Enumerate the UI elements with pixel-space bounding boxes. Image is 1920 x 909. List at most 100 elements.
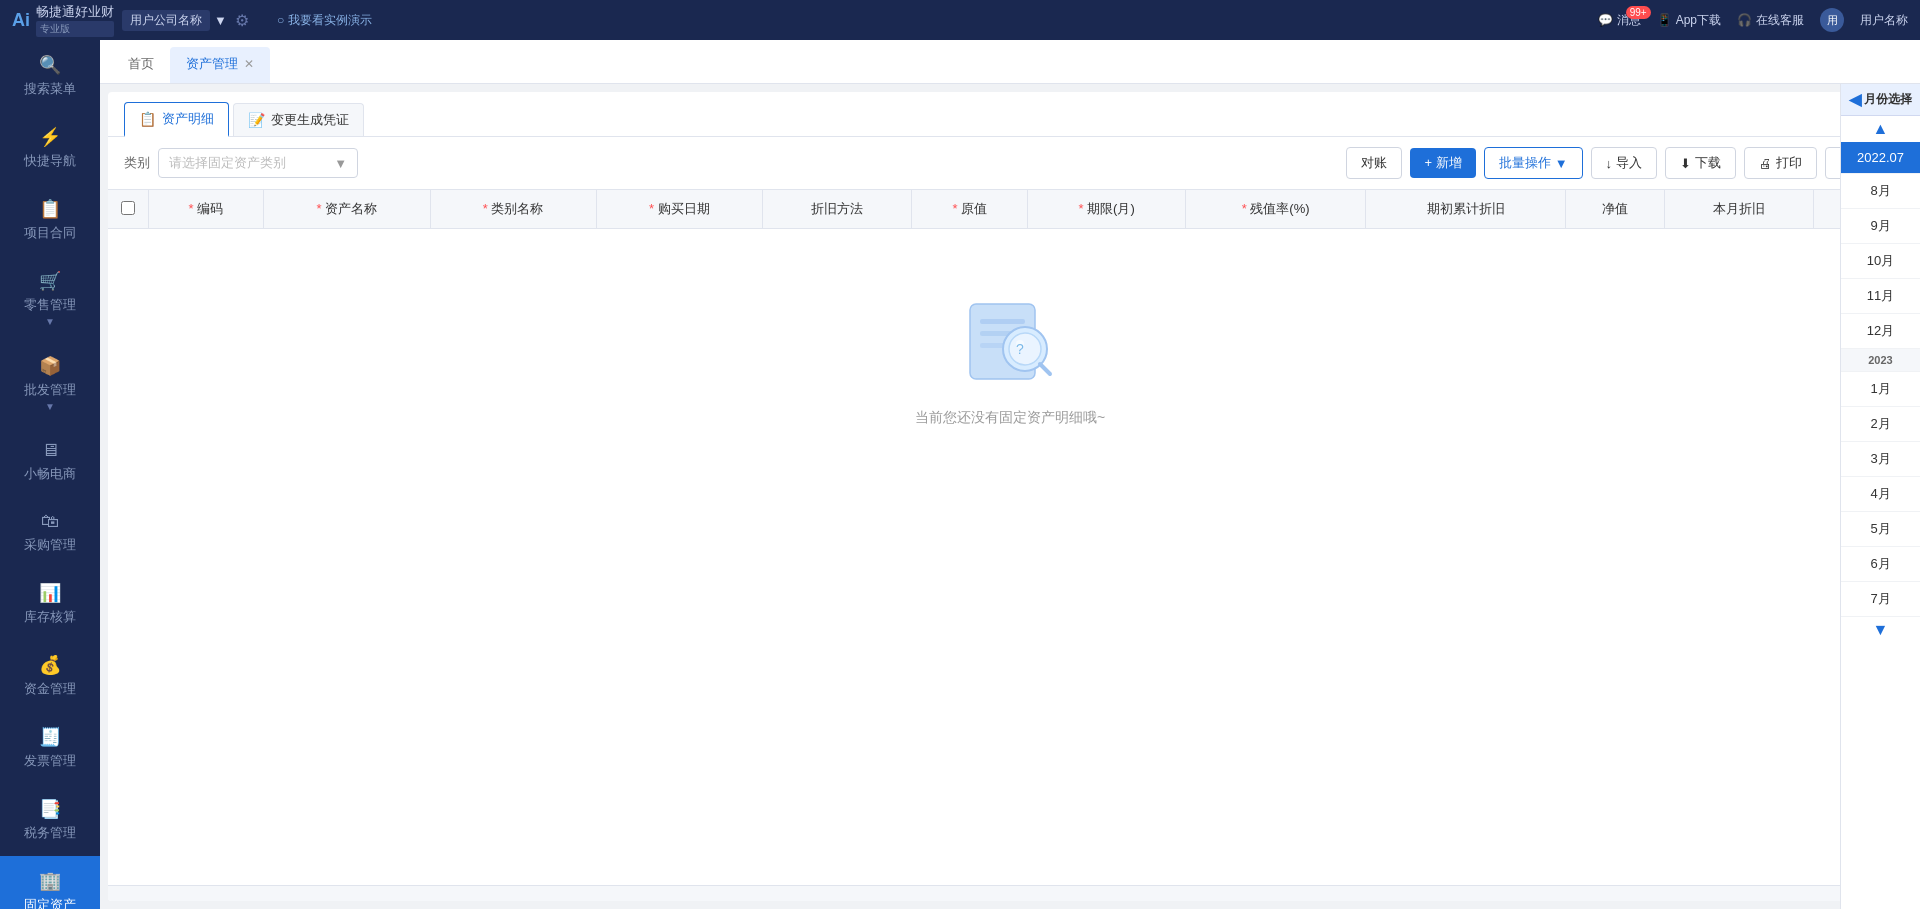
month-item-selected[interactable]: 2022.07 <box>1841 142 1920 174</box>
table-header-row: 编码 资产名称 类别名称 购买日期 折旧方法 原值 期限(月) 残值率(%) 期… <box>108 190 1912 229</box>
company-name: 用户公司名称 <box>122 10 210 31</box>
sub-tab-change-voucher-label: 变更生成凭证 <box>271 111 349 129</box>
month-item-12[interactable]: 12月 <box>1841 314 1920 349</box>
table-wrapper: 编码 资产名称 类别名称 购买日期 折旧方法 原值 期限(月) 残值率(%) 期… <box>108 190 1912 885</box>
add-button[interactable]: + 新增 <box>1410 148 1475 178</box>
tax-icon: 📑 <box>39 798 61 820</box>
reconcile-button[interactable]: 对账 <box>1346 147 1402 179</box>
online-service-action[interactable]: 🎧 在线客服 <box>1737 12 1804 29</box>
invoice-icon: 🧾 <box>39 726 61 748</box>
sidebar-item-ecommerce[interactable]: 🖥 小畅电商 <box>0 426 100 497</box>
month-item-2023-4[interactable]: 4月 <box>1841 477 1920 512</box>
print-label: 打印 <box>1776 154 1802 172</box>
demo-text: 我要看实例演示 <box>288 12 372 29</box>
search-icon: 🔍 <box>39 54 61 76</box>
sidebar-label-inventory: 库存核算 <box>24 608 76 626</box>
asset-detail-tab-icon: 📋 <box>139 111 156 127</box>
tab-asset-mgmt-label: 资产管理 <box>186 55 238 73</box>
svg-text:?: ? <box>1016 341 1024 357</box>
retail-arrow-icon: ▼ <box>45 316 55 327</box>
category-placeholder: 请选择固定资产类别 <box>169 154 286 172</box>
app-download-action[interactable]: 📱 App下载 <box>1657 12 1721 29</box>
sidebar-item-wholesale[interactable]: 📦 批发管理 ▼ <box>0 341 100 426</box>
settings-icon[interactable]: ⚙ <box>235 11 249 30</box>
category-filter-select[interactable]: 请选择固定资产类别 ▼ <box>158 148 358 178</box>
month-picker-down-button[interactable]: ▼ <box>1841 617 1920 643</box>
sub-tabs: 📋 资产明细 📝 变更生成凭证 <box>108 92 1912 137</box>
toolbar: 类别 请选择固定资产类别 ▼ 对账 + 新增 <box>108 137 1912 190</box>
app-download-label: App下载 <box>1676 12 1721 29</box>
print-button[interactable]: 🖨 打印 <box>1744 147 1817 179</box>
reconcile-label: 对账 <box>1361 154 1387 172</box>
month-item-2023-7[interactable]: 7月 <box>1841 582 1920 617</box>
ecommerce-icon: 🖥 <box>41 440 59 461</box>
sub-tab-change-voucher[interactable]: 📝 变更生成凭证 <box>233 103 364 136</box>
top-bar: Ai 畅捷通好业财 专业版 用户公司名称 ▼ ⚙ ○ 我要看实例演示 💬 消息 … <box>0 0 1920 40</box>
sidebar-label-wholesale: 批发管理 <box>24 381 76 399</box>
messages-badge: 99+ <box>1626 6 1651 19</box>
tab-asset-mgmt[interactable]: 资产管理 ✕ <box>170 47 270 83</box>
month-item-9[interactable]: 9月 <box>1841 209 1920 244</box>
month-picker-nav: ▲ 2022.07 8月 9月 10月 11月 12月 2023 1月 2月 <box>1841 116 1920 643</box>
sidebar-item-retail[interactable]: 🛒 零售管理 ▼ <box>0 256 100 341</box>
user-avatar[interactable]: 用 <box>1820 8 1844 32</box>
import-label: 导入 <box>1616 154 1642 172</box>
company-selector[interactable]: 用户公司名称 ▼ <box>122 10 227 31</box>
inventory-icon: 📊 <box>39 582 61 604</box>
svg-point-5 <box>1009 333 1041 365</box>
tab-close-icon[interactable]: ✕ <box>244 57 254 71</box>
th-code: 编码 <box>148 190 264 229</box>
download-button[interactable]: ⬇ 下载 <box>1665 147 1736 179</box>
toolbar-actions: 对账 + 新增 批量操作 ▼ ↓ 导入 <box>1346 147 1896 179</box>
select-all-checkbox[interactable] <box>121 201 135 215</box>
sidebar-item-invoice[interactable]: 🧾 发票管理 <box>0 712 100 784</box>
sidebar-item-project[interactable]: 📋 项目合同 <box>0 184 100 256</box>
th-category: 类别名称 <box>430 190 596 229</box>
sidebar-item-finance[interactable]: 💰 资金管理 <box>0 640 100 712</box>
print-icon: 🖨 <box>1759 156 1772 171</box>
demo-link[interactable]: ○ 我要看实例演示 <box>277 12 372 29</box>
th-name: 资产名称 <box>264 190 430 229</box>
sidebar-item-purchase[interactable]: 🛍 采购管理 <box>0 497 100 568</box>
month-item-2023-1[interactable]: 1月 <box>1841 372 1920 407</box>
online-service-icon: 🎧 <box>1737 13 1752 27</box>
online-service-label: 在线客服 <box>1756 12 1804 29</box>
top-bar-left: Ai 畅捷通好业财 专业版 用户公司名称 ▼ ⚙ ○ 我要看实例演示 <box>12 3 1598 37</box>
sidebar: 🔍 搜索菜单 ⚡ 快捷导航 📋 项目合同 🛒 零售管理 ▼ 📦 批发管理 ▼ 🖥… <box>0 40 100 909</box>
th-checkbox <box>108 190 148 229</box>
bottom-scrollbar[interactable] <box>108 885 1912 901</box>
assets-table: 编码 资产名称 类别名称 购买日期 折旧方法 原值 期限(月) 残值率(%) 期… <box>108 190 1912 229</box>
sidebar-item-tax[interactable]: 📑 税务管理 <box>0 784 100 856</box>
month-picker-collapse-icon[interactable]: ◀ <box>1849 90 1861 109</box>
main-layout: 🔍 搜索菜单 ⚡ 快捷导航 📋 项目合同 🛒 零售管理 ▼ 📦 批发管理 ▼ 🖥… <box>0 40 1920 909</box>
app-subtitle: 专业版 <box>36 21 114 37</box>
sidebar-label-purchase: 采购管理 <box>24 536 76 554</box>
tab-home[interactable]: 首页 <box>112 47 170 83</box>
retail-icon: 🛒 <box>39 270 61 292</box>
sidebar-label-search: 搜索菜单 <box>24 80 76 98</box>
th-period: 期限(月) <box>1028 190 1186 229</box>
import-button[interactable]: ↓ 导入 <box>1591 147 1658 179</box>
batch-button[interactable]: 批量操作 ▼ <box>1484 147 1583 179</box>
sidebar-item-fixed-assets[interactable]: 🏢 固定资产 <box>0 856 100 909</box>
sub-tab-asset-detail[interactable]: 📋 资产明细 <box>124 102 229 137</box>
month-item-2023-5[interactable]: 5月 <box>1841 512 1920 547</box>
sidebar-label-tax: 税务管理 <box>24 824 76 842</box>
month-item-2023-3[interactable]: 3月 <box>1841 442 1920 477</box>
month-item-11[interactable]: 11月 <box>1841 279 1920 314</box>
month-item-2023-2[interactable]: 2月 <box>1841 407 1920 442</box>
month-picker-up-button[interactable]: ▲ <box>1841 116 1920 142</box>
app-download-icon: 📱 <box>1657 13 1672 27</box>
sidebar-item-search[interactable]: 🔍 搜索菜单 <box>0 40 100 112</box>
messages-action[interactable]: 💬 消息 99+ <box>1598 12 1641 29</box>
month-item-2023-6[interactable]: 6月 <box>1841 547 1920 582</box>
main-panel: 📋 资产明细 📝 变更生成凭证 类别 请选择固定资产类别 ▼ <box>108 92 1912 901</box>
th-original-value: 原值 <box>912 190 1028 229</box>
sidebar-item-quick-nav[interactable]: ⚡ 快捷导航 <box>0 112 100 184</box>
month-picker-header: ◀ 月份选择 <box>1841 84 1920 116</box>
month-item-8[interactable]: 8月 <box>1841 174 1920 209</box>
sidebar-item-inventory[interactable]: 📊 库存核算 <box>0 568 100 640</box>
month-item-10[interactable]: 10月 <box>1841 244 1920 279</box>
app-logo-icon: Ai <box>12 10 30 31</box>
th-residual-rate: 残值率(%) <box>1186 190 1366 229</box>
